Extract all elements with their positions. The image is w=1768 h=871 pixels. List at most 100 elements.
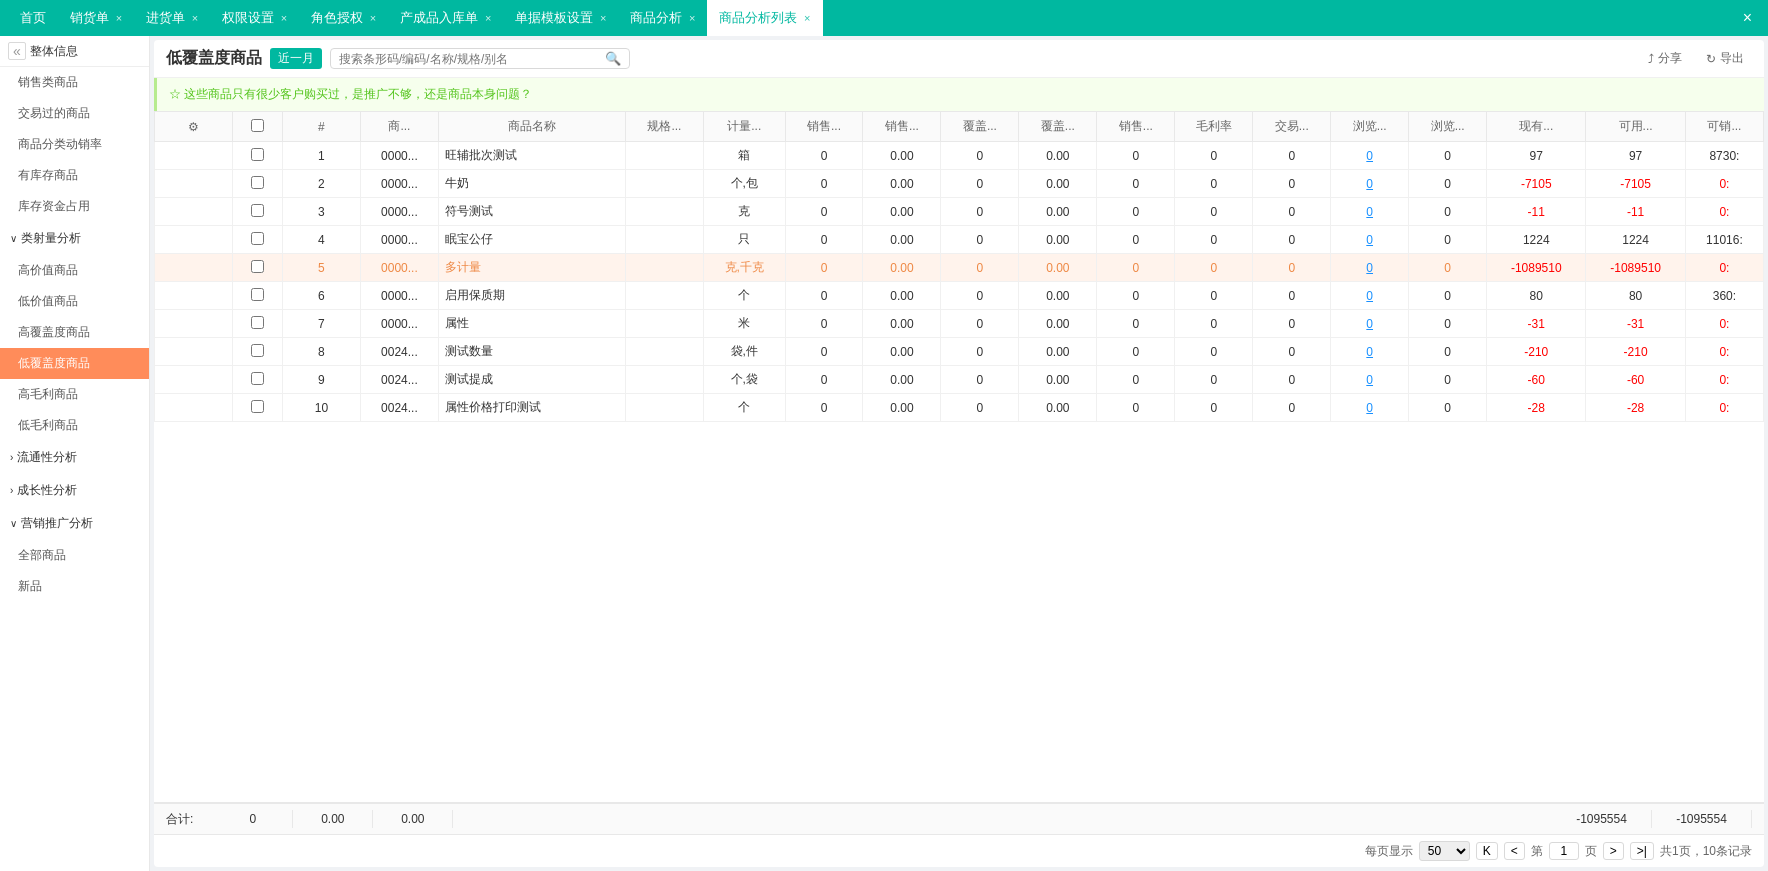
col-current-stock[interactable]: 现有... xyxy=(1487,112,1586,142)
sidebar-item-low-coverage[interactable]: 低覆盖度商品 xyxy=(0,348,149,379)
row-checkbox[interactable] xyxy=(232,170,282,198)
col-spec[interactable]: 规格... xyxy=(625,112,703,142)
prev-page-button[interactable]: < xyxy=(1504,842,1525,860)
nav-permission[interactable]: 权限设置 × xyxy=(210,0,299,36)
row-browse1[interactable]: 0 xyxy=(1331,366,1409,394)
row-sales-amt: 0.00 xyxy=(863,282,941,310)
next-page-button[interactable]: > xyxy=(1603,842,1624,860)
row-code: 0000... xyxy=(360,170,438,198)
col-gross-margin[interactable]: 毛利率 xyxy=(1175,112,1253,142)
top-navigation: 首页 销货单 × 进货单 × 权限设置 × 角色授权 × 产成品入库单 × 单据… xyxy=(0,0,1768,36)
col-browse1[interactable]: 浏览... xyxy=(1331,112,1409,142)
nav-template-close[interactable]: × xyxy=(600,12,606,24)
select-all-checkbox[interactable] xyxy=(251,119,264,132)
row-sales-last: 0 xyxy=(1097,394,1175,422)
last-page-button[interactable]: >| xyxy=(1630,842,1654,860)
page-input[interactable] xyxy=(1549,842,1579,860)
row-checkbox[interactable] xyxy=(232,142,282,170)
col-trade[interactable]: 交易... xyxy=(1253,112,1331,142)
row-checkbox[interactable] xyxy=(232,366,282,394)
sidebar-item-high-coverage[interactable]: 高覆盖度商品 xyxy=(0,317,149,348)
sidebar-section-marketing[interactable]: ∨ 营销推广分析 xyxy=(0,507,149,540)
sidebar-collapse-btn[interactable]: « xyxy=(8,42,26,60)
nav-purchase[interactable]: 进货单 × xyxy=(134,0,210,36)
row-spec xyxy=(625,142,703,170)
sidebar-item-high-value[interactable]: 高价值商品 xyxy=(0,255,149,286)
nav-home[interactable]: 首页 xyxy=(8,0,58,36)
col-settings[interactable]: ⚙ xyxy=(155,112,233,142)
row-checkbox[interactable] xyxy=(232,282,282,310)
row-spec xyxy=(625,310,703,338)
nav-template[interactable]: 单据模板设置 × xyxy=(503,0,618,36)
col-cover1[interactable]: 覆盖... xyxy=(941,112,1019,142)
sidebar-item-low-value[interactable]: 低价值商品 xyxy=(0,286,149,317)
table-container[interactable]: ⚙ # 商... 商品名称 规格... 计量... 销售... 销售... 覆盖… xyxy=(154,111,1764,802)
sidebar-item-capital[interactable]: 库存资金占用 xyxy=(0,191,149,222)
col-checkbox[interactable] xyxy=(232,112,282,142)
row-cover1: 0 xyxy=(941,310,1019,338)
nav-role-close[interactable]: × xyxy=(370,12,376,24)
settings-icon[interactable]: ⚙ xyxy=(188,120,199,134)
row-browse1[interactable]: 0 xyxy=(1331,394,1409,422)
col-unit[interactable]: 计量... xyxy=(703,112,785,142)
row-browse1[interactable]: 0 xyxy=(1331,282,1409,310)
nav-purchase-close[interactable]: × xyxy=(192,12,198,24)
period-button[interactable]: 近一月 xyxy=(270,48,322,69)
nav-product-storage[interactable]: 产成品入库单 × xyxy=(388,0,503,36)
sidebar-item-sales-goods[interactable]: 销售类商品 xyxy=(0,67,149,98)
col-sales-last[interactable]: 销售... xyxy=(1097,112,1175,142)
row-browse1[interactable]: 0 xyxy=(1331,198,1409,226)
sidebar-item-stocked-goods[interactable]: 有库存商品 xyxy=(0,160,149,191)
col-browse2[interactable]: 浏览... xyxy=(1409,112,1487,142)
sidebar-section-coverage[interactable]: ∨ 类射量分析 xyxy=(0,222,149,255)
nav-analysis-close[interactable]: × xyxy=(689,12,695,24)
nav-permission-close[interactable]: × xyxy=(281,12,287,24)
row-browse1[interactable]: 0 xyxy=(1331,254,1409,282)
sidebar-section-flow[interactable]: › 流通性分析 xyxy=(0,441,149,474)
col-sales-qty[interactable]: 销售... xyxy=(785,112,863,142)
row-browse1[interactable]: 0 xyxy=(1331,226,1409,254)
sidebar-item-category-rate[interactable]: 商品分类动销率 xyxy=(0,129,149,160)
window-close-button[interactable]: × xyxy=(1735,9,1760,27)
row-checkbox[interactable] xyxy=(232,310,282,338)
row-name: 属性价格打印测试 xyxy=(438,394,625,422)
row-browse1[interactable]: 0 xyxy=(1331,142,1409,170)
nav-analysis-list-close[interactable]: × xyxy=(804,12,810,24)
nav-sales[interactable]: 销货单 × xyxy=(58,0,134,36)
row-checkbox[interactable] xyxy=(232,338,282,366)
row-browse1[interactable]: 0 xyxy=(1331,310,1409,338)
col-code[interactable]: 商... xyxy=(360,112,438,142)
table-header-row: ⚙ # 商... 商品名称 规格... 计量... 销售... 销售... 覆盖… xyxy=(155,112,1764,142)
sidebar-section-growth[interactable]: › 成长性分析 xyxy=(0,474,149,507)
row-checkbox[interactable] xyxy=(232,198,282,226)
sidebar-item-high-margin[interactable]: 高毛利商品 xyxy=(0,379,149,410)
row-available: 80 xyxy=(1586,282,1685,310)
row-checkbox[interactable] xyxy=(232,394,282,422)
nav-product-storage-close[interactable]: × xyxy=(485,12,491,24)
sidebar-item-new-goods[interactable]: 新品 xyxy=(0,571,149,602)
col-available[interactable]: 可用... xyxy=(1586,112,1685,142)
row-checkbox[interactable] xyxy=(232,226,282,254)
page-size-select[interactable]: 50 100 200 xyxy=(1419,841,1470,861)
row-browse1[interactable]: 0 xyxy=(1331,170,1409,198)
col-sales-amt[interactable]: 销售... xyxy=(863,112,941,142)
row-sales-qty: 0 xyxy=(785,394,863,422)
nav-sales-close[interactable]: × xyxy=(116,12,122,24)
nav-role[interactable]: 角色授权 × xyxy=(299,0,388,36)
sidebar-item-traded-goods[interactable]: 交易过的商品 xyxy=(0,98,149,129)
sidebar-item-all-goods[interactable]: 全部商品 xyxy=(0,540,149,571)
col-cover2[interactable]: 覆盖... xyxy=(1019,112,1097,142)
row-browse2: 0 xyxy=(1409,338,1487,366)
col-name[interactable]: 商品名称 xyxy=(438,112,625,142)
search-input[interactable] xyxy=(339,52,605,66)
row-checkbox[interactable] xyxy=(232,254,282,282)
share-button[interactable]: ⤴ 分享 xyxy=(1640,48,1690,69)
col-sellable[interactable]: 可销... xyxy=(1685,112,1763,142)
row-available: -210 xyxy=(1586,338,1685,366)
nav-product-analysis-list[interactable]: 商品分析列表 × xyxy=(707,0,822,36)
sidebar-item-low-margin[interactable]: 低毛利商品 xyxy=(0,410,149,441)
first-page-button[interactable]: K xyxy=(1476,842,1498,860)
row-browse1[interactable]: 0 xyxy=(1331,338,1409,366)
export-button[interactable]: ↻ 导出 xyxy=(1698,48,1752,69)
nav-product-analysis[interactable]: 商品分析 × xyxy=(618,0,707,36)
